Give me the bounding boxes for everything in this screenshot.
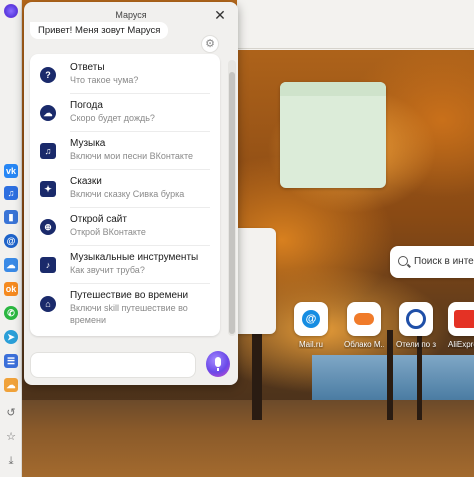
close-icon[interactable]: ✕ (213, 8, 227, 22)
ground (22, 400, 474, 477)
globe-icon: ⊕ (40, 219, 56, 235)
suggestion-title: Ответы (70, 62, 105, 73)
tile-label: Mail.ru (298, 340, 323, 349)
browser-sidebar: vk ♫ ▮ @ ☁ ok ✆ ➤ ☰ ☁ ↺ ☆ ⤓ (0, 0, 22, 477)
tile-label: AliExpress (448, 340, 474, 349)
suggestion-open-site[interactable]: ⊕ Открой сайт Открой ВКонтакте (30, 208, 220, 246)
suggestion-subtitle: Открой ВКонтакте (70, 227, 146, 237)
cloud-icon[interactable]: ☁ (4, 258, 18, 272)
greeting-bubble: Привет! Меня зовут Маруся (30, 22, 169, 39)
scrollbar-thumb[interactable] (229, 72, 235, 334)
suggestion-weather[interactable]: ☁ Погода Скоро будет дождь? (30, 94, 220, 132)
book-icon: ✦ (40, 181, 56, 197)
time-travel-icon: ⌂ (40, 296, 56, 312)
vk-icon[interactable]: vk (4, 164, 18, 178)
suggestion-title: Музыкальные инструменты (70, 252, 199, 263)
tile-label: Отели по з... (396, 340, 436, 349)
tile-mail[interactable]: @ Mail.ru (291, 302, 331, 349)
mail-icon[interactable]: @ (4, 234, 18, 248)
suggestion-title: Сказки (70, 176, 102, 187)
ok-icon[interactable]: ok (4, 282, 18, 296)
list-icon[interactable]: ☰ (4, 354, 18, 368)
assistant-panel: Маруся ✕ Привет! Меня зовут Маруся ⚙ ? О… (24, 2, 238, 385)
suggestion-instruments[interactable]: ♪ Музыкальные инструменты Как звучит тру… (30, 246, 220, 284)
bookmark-star-icon[interactable]: ☆ (4, 430, 18, 444)
tree-trunk (387, 330, 393, 420)
suggestion-title: Музыка (70, 138, 106, 149)
suggestion-subtitle: Включи skill путешествие во (70, 303, 188, 313)
suggestion-subtitle: Что такое чума? (70, 75, 139, 85)
instruments-icon: ♪ (40, 257, 56, 273)
suggestion-answers[interactable]: ? Ответы Что такое чума? (30, 56, 220, 94)
suggestion-music[interactable]: ♫ Музыка Включи мои песни ВКонтакте (30, 132, 220, 170)
browser-toolbar (237, 0, 474, 50)
music-icon[interactable]: ♫ (4, 186, 18, 200)
tile-aliexpress[interactable]: AliExpress (448, 302, 474, 349)
message-input[interactable] (30, 352, 196, 378)
microphone-icon[interactable] (206, 351, 230, 377)
weather-icon[interactable]: ☁ (4, 378, 18, 392)
suggestion-subtitle: Включи мои песни ВКонтакте (70, 151, 193, 161)
gear-icon[interactable]: ⚙ (202, 36, 218, 52)
suggestion-tales[interactable]: ✦ Сказки Включи сказку Сивка бурка (30, 170, 220, 208)
telegram-icon[interactable]: ➤ (4, 330, 18, 344)
cloud-icon (347, 302, 381, 336)
suggestion-subtitle: Включи сказку Сивка бурка (70, 189, 185, 199)
music-icon: ♫ (40, 143, 56, 159)
search-icon (398, 256, 408, 266)
marusya-icon[interactable] (4, 4, 18, 18)
suggestions-list: ? Ответы Что такое чума? ☁ Погода Скоро … (30, 54, 220, 336)
aliexpress-icon (448, 302, 474, 336)
weather-icon: ☁ (40, 105, 56, 121)
mail-icon: @ (294, 302, 328, 336)
toolbar-divider (237, 48, 474, 49)
tile-label: Облако М... (344, 340, 384, 349)
sticky-note-widget[interactable] (280, 82, 386, 188)
hotels-icon (399, 302, 433, 336)
whatsapp-icon[interactable]: ✆ (4, 306, 18, 320)
suggestion-title: Путешествие во времени (70, 290, 189, 301)
suggestion-subtitle: Скоро будет дождь? (70, 113, 155, 123)
tile-cloud[interactable]: Облако М... (344, 302, 384, 349)
search-placeholder: Поиск в инте (414, 256, 474, 267)
tile-hotels[interactable]: Отели по з... (396, 302, 436, 349)
question-icon: ? (40, 67, 56, 83)
stats-icon[interactable]: ▮ (4, 210, 18, 224)
download-icon[interactable]: ⤓ (4, 454, 18, 468)
suggestion-title: Погода (70, 100, 103, 111)
suggestion-time-travel[interactable]: ⌂ Путешествие во времени Включи skill пу… (30, 284, 220, 334)
suggestion-title: Открой сайт (70, 214, 127, 225)
panel-title: Маруся (115, 10, 147, 20)
search-input[interactable]: Поиск в инте (390, 246, 474, 278)
history-icon[interactable]: ↺ (4, 406, 18, 420)
suggestion-subtitle: Как звучит труба? (70, 265, 145, 275)
suggestion-subtitle: времени (70, 315, 106, 325)
